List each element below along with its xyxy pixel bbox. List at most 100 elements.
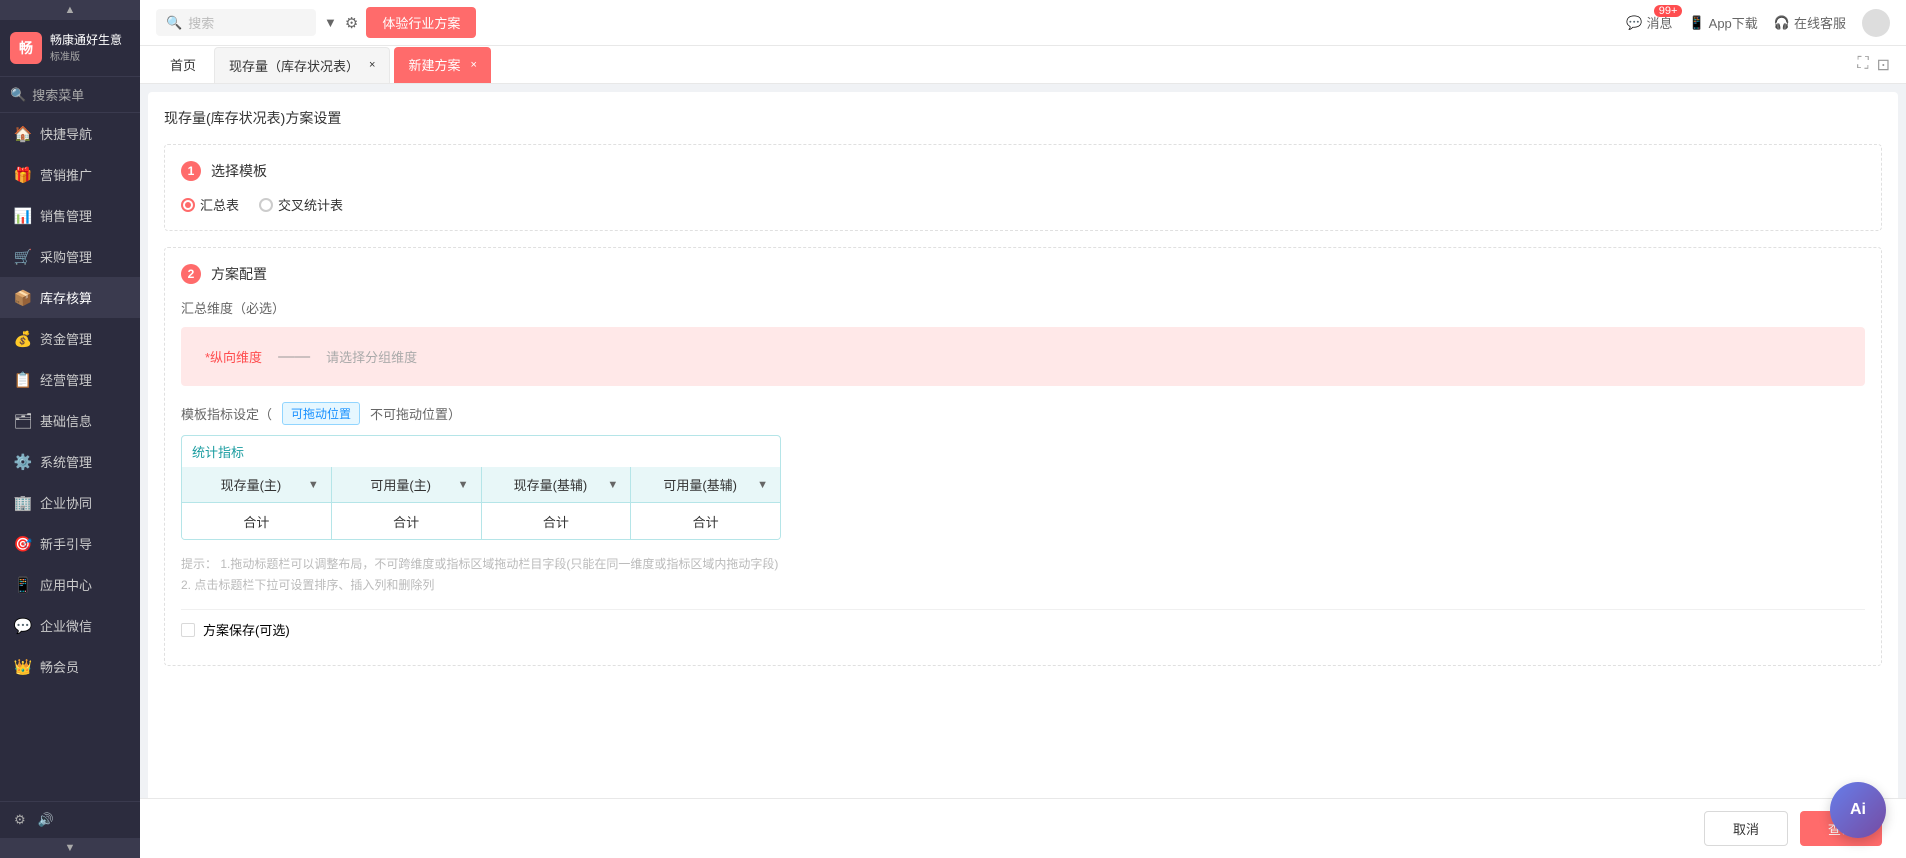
save-row: 方案保存(可选) xyxy=(181,609,1865,649)
sidebar-item-operation[interactable]: 📋 经营管理 xyxy=(0,359,140,400)
col-chevron-0[interactable]: ▼ xyxy=(308,479,319,491)
section-2: 2 方案配置 汇总维度（必选） *纵向维度 —— 请选择分组维度 模板指标设定（… xyxy=(164,247,1882,666)
gift-icon: 🎁 xyxy=(14,166,32,184)
logo-icon: 畅 xyxy=(10,32,42,64)
ai-fab-button[interactable]: Ai xyxy=(1830,782,1886,838)
sidebar-search-item[interactable]: 🔍 搜索菜单 xyxy=(0,77,140,113)
sidebar-item-sales[interactable]: 📊 销售管理 xyxy=(0,195,140,236)
col-header-1[interactable]: 可用量(主) ▼ xyxy=(332,467,481,503)
tab-inventory-label: 现存量（库存状况表） xyxy=(229,56,359,75)
message-item[interactable]: 💬 消息 99+ xyxy=(1626,13,1672,32)
unmovable-label: 不可拖动位置） xyxy=(370,404,461,423)
section-1-title: 选择模板 xyxy=(211,161,267,181)
topbar-gear-icon[interactable]: ⚙ xyxy=(345,14,358,32)
section-2-title: 方案配置 xyxy=(211,264,267,284)
tips-label: 提示： xyxy=(181,557,217,571)
save-checkbox[interactable] xyxy=(181,623,195,637)
col-body-2: 合计 xyxy=(482,503,631,539)
topbar-right: 💬 消息 99+ 📱 App下载 🎧 在线客服 xyxy=(1626,9,1890,37)
save-label: 方案保存(可选) xyxy=(203,620,290,639)
tab-inventory-close[interactable]: × xyxy=(369,59,375,71)
settings-icon[interactable]: ⚙ xyxy=(14,812,26,828)
sidebar-item-basicinfo[interactable]: 🗂 基础信息 xyxy=(0,400,140,441)
sidebar-item-system[interactable]: ⚙️ 系统管理 xyxy=(0,441,140,482)
sidebar-item-label: 应用中心 xyxy=(40,575,92,594)
sidebar-scroll-up[interactable]: ▲ xyxy=(0,0,140,20)
sidebar-scroll-down[interactable]: ▼ xyxy=(0,838,140,858)
indicator-settings-label: 模板指标设定（ xyxy=(181,404,272,423)
message-icon: 💬 xyxy=(1626,15,1642,31)
table-col-0: 现存量(主) ▼ 合计 xyxy=(182,467,332,539)
sidebar-item-label: 系统管理 xyxy=(40,452,92,471)
col-body-3: 合计 xyxy=(631,503,780,539)
tip-line-1: 提示： 1.拖动标题栏可以调整布局，不可跨维度或指标区域拖动栏目字段(只能在同一… xyxy=(181,555,1865,572)
vertical-dim-label: *纵向维度 xyxy=(205,347,262,366)
sidebar-item-inventory[interactable]: 📦 库存核算 xyxy=(0,277,140,318)
sidebar-item-enterprise[interactable]: 🏢 企业协同 xyxy=(0,482,140,523)
tip-2-text: 2. 点击标题栏下拉可设置排序、插入列和删除列 xyxy=(181,578,434,592)
speaker-icon[interactable]: 🔊 xyxy=(38,812,54,828)
movable-tag: 可拖动位置 xyxy=(282,402,360,425)
topbar-search[interactable]: 🔍 搜索 xyxy=(156,9,316,36)
section-1: 1 选择模板 汇总表 交叉统计表 xyxy=(164,144,1882,231)
radio-summary-label: 汇总表 xyxy=(200,195,239,214)
user-avatar[interactable] xyxy=(1862,9,1890,37)
resize-icon-2[interactable]: ⊡ xyxy=(1877,55,1890,75)
tab-new-plan-close[interactable]: × xyxy=(470,59,476,71)
radio-cross[interactable]: 交叉统计表 xyxy=(259,195,343,214)
dimension-row[interactable]: *纵向维度 —— 请选择分组维度 xyxy=(181,327,1865,386)
sidebar-item-wechat[interactable]: 💬 企业微信 xyxy=(0,605,140,646)
resize-icon-1[interactable]: ⛶ xyxy=(1857,55,1868,75)
section-1-header: 1 选择模板 xyxy=(181,161,1865,181)
sidebar-item-label: 企业协同 xyxy=(40,493,92,512)
sidebar-item-appcenter[interactable]: 📱 应用中心 xyxy=(0,564,140,605)
topbar-dropdown[interactable]: ▼ xyxy=(324,15,337,30)
col-chevron-2[interactable]: ▼ xyxy=(607,479,618,491)
indicator-settings: 模板指标设定（ 可拖动位置 不可拖动位置） 统计指标 现存量(主) ▼ 合计 xyxy=(181,402,1865,543)
sidebar-item-shortcut[interactable]: 🏠 快捷导航 xyxy=(0,113,140,154)
tip-line-2: 2. 点击标题栏下拉可设置排序、插入列和删除列 xyxy=(181,576,1865,593)
sidebar-item-label: 销售管理 xyxy=(40,206,92,225)
sidebar-item-marketing[interactable]: 🎁 营销推广 xyxy=(0,154,140,195)
tab-inventory[interactable]: 现存量（库存状况表） × xyxy=(214,47,390,83)
search-icon: 🔍 xyxy=(10,87,26,103)
crown-icon: 👑 xyxy=(14,658,32,676)
phone-icon: 📱 xyxy=(1688,15,1704,31)
col-name-2: 现存量(基辅) xyxy=(494,475,608,494)
col-chevron-3[interactable]: ▼ xyxy=(757,479,768,491)
dim-dash: —— xyxy=(278,348,310,366)
topbar-left: 🔍 搜索 ▼ ⚙ 体验行业方案 xyxy=(156,7,1616,38)
radio-summary-circle xyxy=(181,198,195,212)
sidebar-bottom: ⚙ 🔊 xyxy=(0,801,140,838)
col-chevron-1[interactable]: ▼ xyxy=(458,479,469,491)
sidebar-item-label: 营销推广 xyxy=(40,165,92,184)
sidebar-search-label: 搜索菜单 xyxy=(32,85,84,104)
sidebar-item-finance[interactable]: 💰 资金管理 xyxy=(0,318,140,359)
col-header-3[interactable]: 可用量(基辅) ▼ xyxy=(631,467,780,503)
col-name-0: 现存量(主) xyxy=(194,475,308,494)
sidebar-item-purchase[interactable]: 🛒 采购管理 xyxy=(0,236,140,277)
tips-section: 提示： 1.拖动标题栏可以调整布局，不可跨维度或指标区域拖动栏目字段(只能在同一… xyxy=(181,555,1865,593)
target-icon: 🎯 xyxy=(14,535,32,553)
cancel-button[interactable]: 取消 xyxy=(1704,811,1788,846)
tab-new-plan[interactable]: 新建方案 × xyxy=(394,47,490,83)
radio-summary[interactable]: 汇总表 xyxy=(181,195,239,214)
main-area: 🔍 搜索 ▼ ⚙ 体验行业方案 💬 消息 99+ 📱 App下载 🎧 在线客服 xyxy=(140,0,1906,858)
sidebar-item-label: 快捷导航 xyxy=(40,124,92,143)
sidebar-item-newguide[interactable]: 🎯 新手引导 xyxy=(0,523,140,564)
app-download-item[interactable]: 📱 App下载 xyxy=(1688,13,1757,32)
search-placeholder: 搜索 xyxy=(188,13,214,32)
tab-home[interactable]: 首页 xyxy=(156,47,210,83)
radio-cross-circle xyxy=(259,198,273,212)
trial-btn[interactable]: 体验行业方案 xyxy=(366,7,476,38)
gear-icon: ⚙️ xyxy=(14,453,32,471)
dim-placeholder: 请选择分组维度 xyxy=(326,347,417,366)
table-col-2: 现存量(基辅) ▼ 合计 xyxy=(482,467,632,539)
online-service-item[interactable]: 🎧 在线客服 xyxy=(1774,13,1846,32)
sidebar-item-member[interactable]: 👑 畅会员 xyxy=(0,646,140,687)
col-header-0[interactable]: 现存量(主) ▼ xyxy=(182,467,331,503)
footer-btns: 取消 查询 xyxy=(140,798,1906,858)
section-1-num: 1 xyxy=(181,161,201,181)
cart-icon: 🛒 xyxy=(14,248,32,266)
col-header-2[interactable]: 现存量(基辅) ▼ xyxy=(482,467,631,503)
